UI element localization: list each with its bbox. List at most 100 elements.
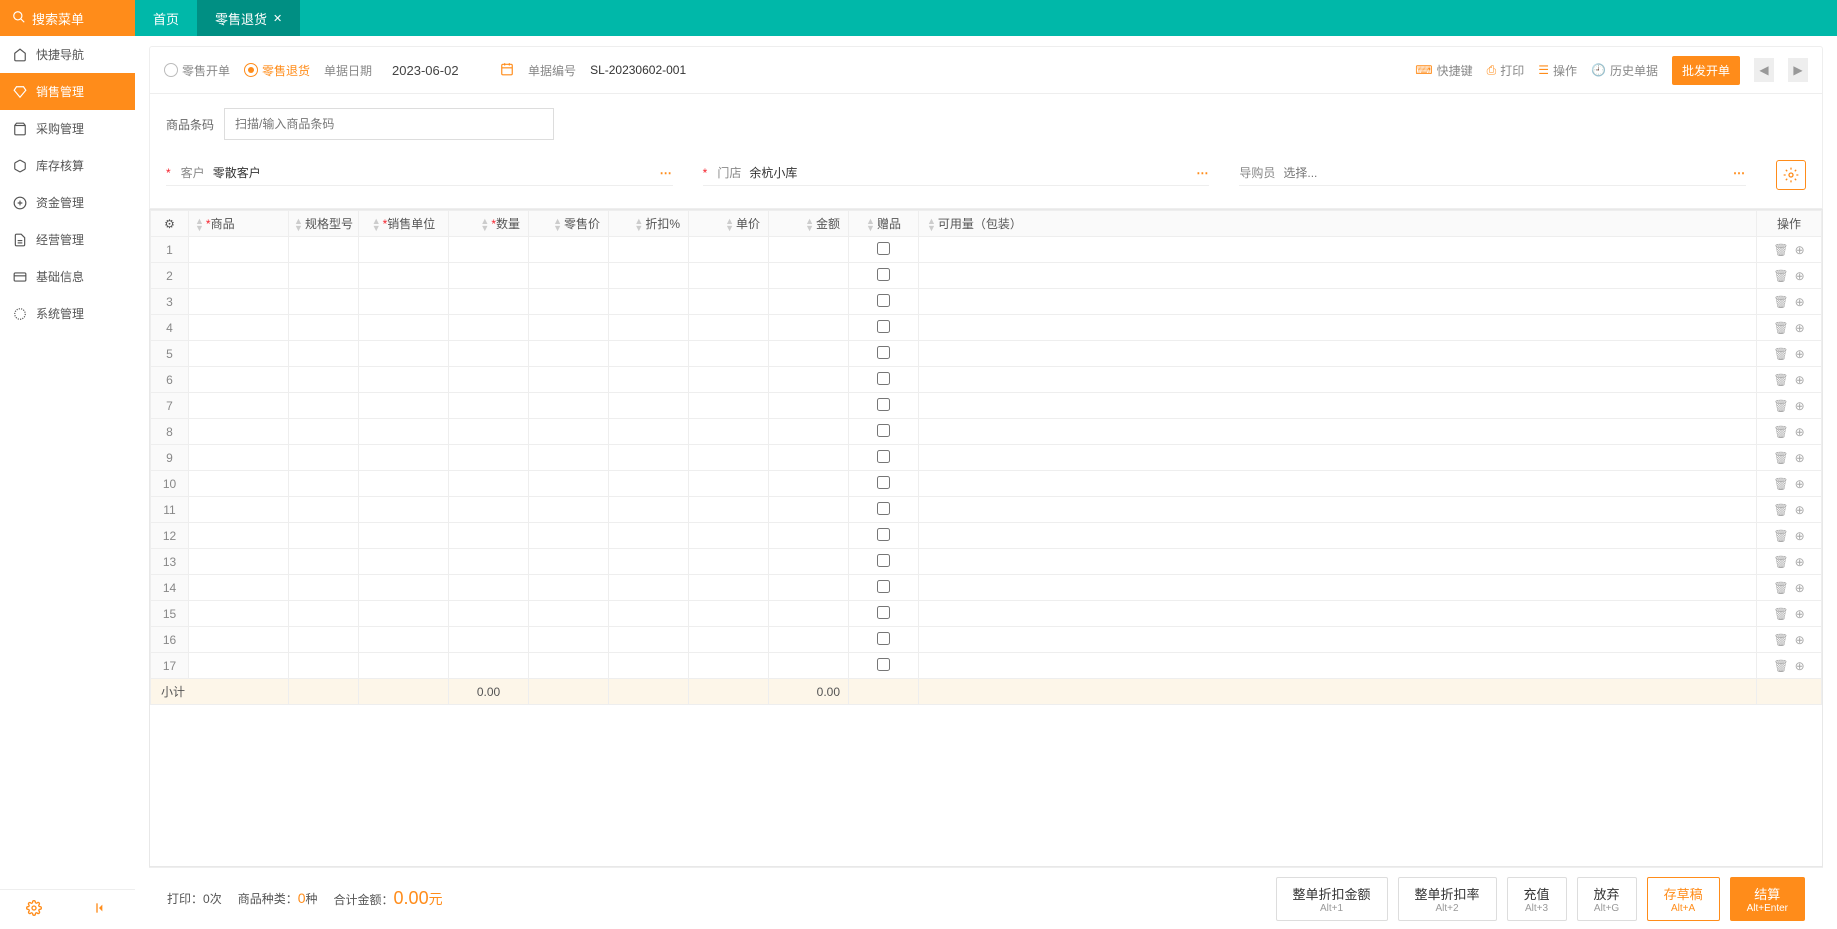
add-icon[interactable]: ⊕	[1795, 451, 1805, 465]
col-discount[interactable]: ▲▼折扣%	[609, 211, 689, 237]
sidebar-item-diamond[interactable]: 销售管理	[0, 73, 135, 110]
add-icon[interactable]: ⊕	[1795, 503, 1805, 517]
delete-icon[interactable]: 🗑	[1773, 555, 1788, 569]
tab-零售退货[interactable]: 零售退货✕	[197, 0, 300, 36]
add-icon[interactable]: ⊕	[1795, 399, 1805, 413]
table-row[interactable]: 15🗑⊕	[151, 601, 1822, 627]
add-icon[interactable]: ⊕	[1795, 633, 1805, 647]
delete-icon[interactable]: 🗑	[1773, 347, 1788, 361]
barcode-input[interactable]	[224, 108, 554, 140]
radio-retail-open[interactable]: 零售开单	[164, 62, 230, 79]
history-link[interactable]: 🕘历史单据	[1591, 62, 1658, 79]
footer-button[interactable]: 存草稿Alt+A	[1647, 877, 1720, 921]
footer-button[interactable]: 整单折扣金额Alt+1	[1276, 877, 1388, 921]
sidebar-item-home[interactable]: 快捷导航	[0, 36, 135, 73]
radio-retail-return[interactable]: 零售退货	[244, 62, 310, 79]
sidebar-item-box[interactable]: 库存核算	[0, 147, 135, 184]
lookup-icon[interactable]: ⋯	[1196, 166, 1209, 180]
col-gear[interactable]: ⚙	[151, 211, 189, 237]
table-row[interactable]: 5🗑⊕	[151, 341, 1822, 367]
delete-icon[interactable]: 🗑	[1773, 399, 1788, 413]
calendar-icon[interactable]	[500, 62, 514, 79]
delete-icon[interactable]: 🗑	[1773, 529, 1788, 543]
delete-icon[interactable]: 🗑	[1773, 607, 1788, 621]
prev-arrow-button[interactable]: ◀	[1754, 58, 1774, 82]
add-icon[interactable]: ⊕	[1795, 607, 1805, 621]
col-gift[interactable]: ▲▼赠品	[849, 211, 919, 237]
table-row[interactable]: 7🗑⊕	[151, 393, 1822, 419]
table-row[interactable]: 13🗑⊕	[151, 549, 1822, 575]
store-field[interactable]: * 门店 余杭小库 ⋯	[703, 164, 1210, 186]
next-arrow-button[interactable]: ▶	[1788, 58, 1808, 82]
add-icon[interactable]: ⊕	[1795, 295, 1805, 309]
delete-icon[interactable]: 🗑	[1773, 295, 1788, 309]
add-icon[interactable]: ⊕	[1795, 243, 1805, 257]
batch-order-button[interactable]: 批发开单	[1672, 56, 1740, 85]
gift-checkbox[interactable]	[877, 658, 890, 671]
delete-icon[interactable]: 🗑	[1773, 581, 1788, 595]
gift-checkbox[interactable]	[877, 632, 890, 645]
delete-icon[interactable]: 🗑	[1773, 451, 1788, 465]
add-icon[interactable]: ⊕	[1795, 581, 1805, 595]
delete-icon[interactable]: 🗑	[1773, 269, 1788, 283]
table-row[interactable]: 10🗑⊕	[151, 471, 1822, 497]
col-avail[interactable]: ▲▼可用量（包装）	[919, 211, 1757, 237]
sidebar-item-gear-dashed[interactable]: 系统管理	[0, 295, 135, 332]
table-row[interactable]: 11🗑⊕	[151, 497, 1822, 523]
sidebar-item-bag[interactable]: 采购管理	[0, 110, 135, 147]
add-icon[interactable]: ⊕	[1795, 477, 1805, 491]
gift-checkbox[interactable]	[877, 294, 890, 307]
gift-checkbox[interactable]	[877, 606, 890, 619]
footer-button[interactable]: 整单折扣率Alt+2	[1398, 877, 1497, 921]
table-row[interactable]: 14🗑⊕	[151, 575, 1822, 601]
table-row[interactable]: 6🗑⊕	[151, 367, 1822, 393]
add-icon[interactable]: ⊕	[1795, 659, 1805, 673]
gift-checkbox[interactable]	[877, 450, 890, 463]
gift-checkbox[interactable]	[877, 424, 890, 437]
gift-checkbox[interactable]	[877, 372, 890, 385]
table-row[interactable]: 8🗑⊕	[151, 419, 1822, 445]
lookup-icon[interactable]: ⋯	[660, 166, 673, 180]
col-amount[interactable]: ▲▼金额	[769, 211, 849, 237]
add-icon[interactable]: ⊕	[1795, 529, 1805, 543]
print-link[interactable]: ⎙打印	[1487, 62, 1525, 79]
gift-checkbox[interactable]	[877, 268, 890, 281]
settings-icon[interactable]	[26, 900, 42, 919]
shortcut-link[interactable]: ⌨快捷键	[1415, 62, 1472, 79]
footer-button[interactable]: 放弃Alt+G	[1577, 877, 1637, 921]
delete-icon[interactable]: 🗑	[1773, 503, 1788, 517]
operate-link[interactable]: ☰操作	[1538, 62, 1577, 79]
col-unit[interactable]: ▲▼*销售单位	[359, 211, 449, 237]
gift-checkbox[interactable]	[877, 242, 890, 255]
sidebar-item-card[interactable]: 基础信息	[0, 258, 135, 295]
add-icon[interactable]: ⊕	[1795, 425, 1805, 439]
gift-checkbox[interactable]	[877, 528, 890, 541]
delete-icon[interactable]: 🗑	[1773, 321, 1788, 335]
col-retail[interactable]: ▲▼零售价	[529, 211, 609, 237]
add-icon[interactable]: ⊕	[1795, 347, 1805, 361]
gift-checkbox[interactable]	[877, 476, 890, 489]
sidebar-item-doc[interactable]: 经营管理	[0, 221, 135, 258]
col-qty[interactable]: ▲▼*数量	[449, 211, 529, 237]
guide-input[interactable]	[1283, 166, 1725, 180]
gift-checkbox[interactable]	[877, 320, 890, 333]
close-icon[interactable]: ✕	[273, 12, 282, 25]
col-spec[interactable]: ▲▼规格型号	[289, 211, 359, 237]
search-menu-button[interactable]: 搜索菜单	[0, 0, 135, 36]
customer-field[interactable]: * 客户 零散客户 ⋯	[166, 164, 673, 186]
add-icon[interactable]: ⊕	[1795, 373, 1805, 387]
table-row[interactable]: 17🗑⊕	[151, 653, 1822, 679]
tab-首页[interactable]: 首页	[135, 0, 197, 36]
table-row[interactable]: 1🗑⊕	[151, 237, 1822, 263]
form-settings-button[interactable]	[1776, 160, 1806, 190]
delete-icon[interactable]: 🗑	[1773, 659, 1788, 673]
gift-checkbox[interactable]	[877, 580, 890, 593]
gift-checkbox[interactable]	[877, 398, 890, 411]
delete-icon[interactable]: 🗑	[1773, 243, 1788, 257]
delete-icon[interactable]: 🗑	[1773, 477, 1788, 491]
add-icon[interactable]: ⊕	[1795, 321, 1805, 335]
table-row[interactable]: 16🗑⊕	[151, 627, 1822, 653]
table-row[interactable]: 4🗑⊕	[151, 315, 1822, 341]
add-icon[interactable]: ⊕	[1795, 555, 1805, 569]
add-icon[interactable]: ⊕	[1795, 269, 1805, 283]
